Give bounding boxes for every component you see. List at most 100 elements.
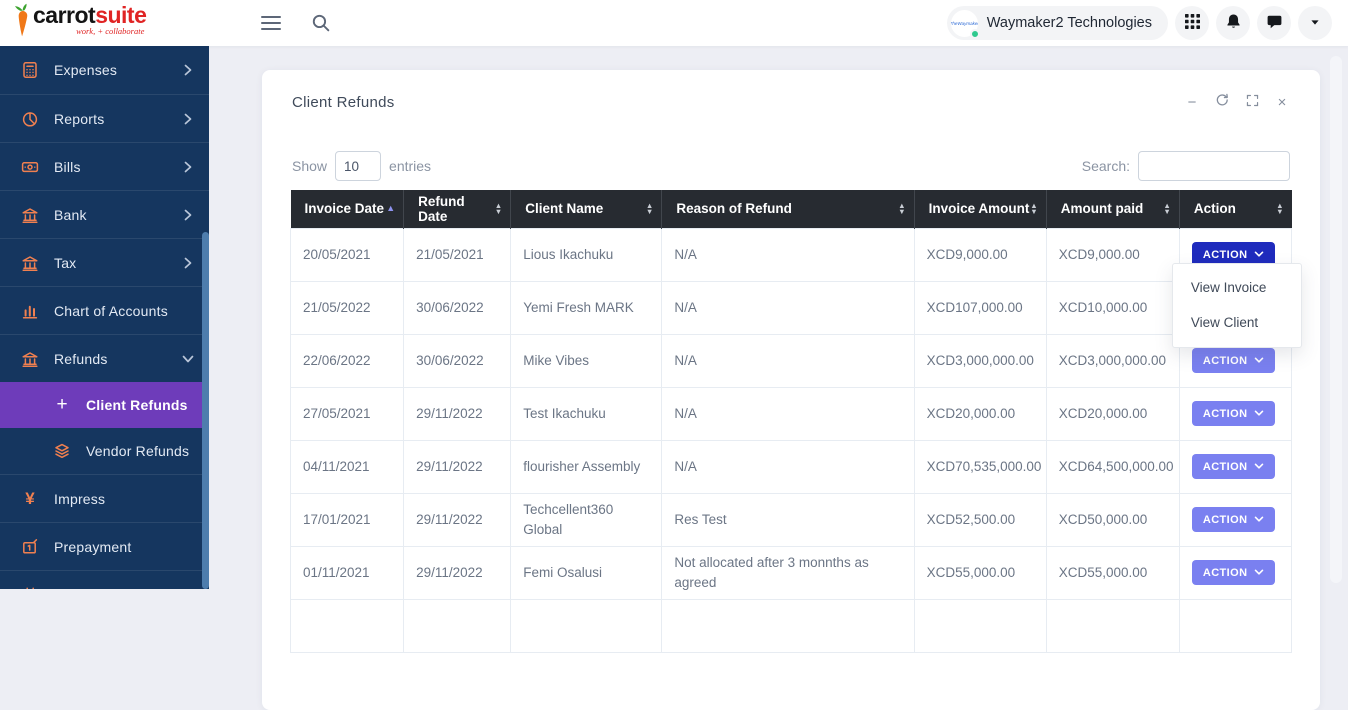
fullscreen-button[interactable] <box>1242 92 1262 112</box>
column-header-client-name[interactable]: Client Name▲▼ <box>511 190 662 228</box>
prepayment-icon <box>20 538 40 556</box>
cell-refund-date: 30/06/2022 <box>404 281 511 334</box>
cash-icon <box>20 158 40 176</box>
logo-tagline: work, + collaborate <box>76 26 144 36</box>
sidebar-item-vendor-refunds[interactable]: Vendor Refunds <box>0 428 209 474</box>
sort-icon: ▲▼ <box>898 203 905 215</box>
sidebar-item-prepayment[interactable]: Prepayment <box>0 522 209 570</box>
sort-icon: ▲▼ <box>495 203 502 215</box>
sidebar-item-client-refunds[interactable]: + Client Refunds <box>0 382 209 428</box>
column-header-amount-paid[interactable]: Amount paid▲▼ <box>1046 190 1179 228</box>
cell-action: ACTION <box>1179 546 1291 599</box>
sidebar-item-label: Vendor Refunds <box>86 443 189 459</box>
sidebar-item-refunds[interactable]: Refunds <box>0 334 209 382</box>
refunds-table-head-row: Invoice Date▲Refund Date▲▼Client Name▲▼R… <box>291 190 1292 228</box>
cell-client-name: Test Ikachuku <box>511 387 662 440</box>
table-row: 27/05/202129/11/2022Test IkachukuN/AXCD2… <box>291 387 1292 440</box>
cell-refund-reason: N/A <box>662 334 914 387</box>
cell-refund-date: 21/05/2021 <box>404 228 511 281</box>
search-input[interactable] <box>1138 151 1290 181</box>
sidebar-item-label: Refunds <box>54 351 108 367</box>
chevron-right-icon <box>183 113 193 125</box>
cell-invoice-date: 20/05/2021 <box>291 228 404 281</box>
cell-refund-date: 29/11/2022 <box>404 440 511 493</box>
cell-action: ACTIONView InvoiceView Client <box>1179 228 1291 281</box>
entries-count-input[interactable] <box>335 151 381 181</box>
schedule-icon <box>20 586 40 590</box>
cell-invoice-date: 22/06/2022 <box>291 334 404 387</box>
sidebar-item-impress[interactable]: ¥Impress <box>0 474 209 522</box>
chevron-down-icon <box>183 353 193 365</box>
yen-icon: ¥ <box>20 491 40 507</box>
column-header-invoice-amount[interactable]: Invoice Amount▲▼ <box>914 190 1046 228</box>
cell-refund-date: 29/11/2022 <box>404 493 511 546</box>
hamburger-menu-icon[interactable] <box>261 16 281 30</box>
column-label: Refund Date <box>418 194 495 224</box>
sidebar-item-label: Tax <box>54 255 76 271</box>
action-button[interactable]: ACTION <box>1192 348 1276 373</box>
sidebar-item-expenses[interactable]: Expenses <box>0 46 209 94</box>
messages-button[interactable] <box>1257 6 1291 40</box>
notifications-button[interactable] <box>1216 6 1250 40</box>
carrot-icon <box>14 3 31 44</box>
profile-dropdown-button[interactable] <box>1298 6 1332 40</box>
cell-invoice-amount: XCD9,000.00 <box>914 228 1046 281</box>
sidebar-item-bank[interactable]: Bank <box>0 190 209 238</box>
refresh-button[interactable] <box>1212 92 1232 112</box>
sidebar-item-reports[interactable]: Reports <box>0 94 209 142</box>
cell-invoice-date: 04/11/2021 <box>291 440 404 493</box>
sidebar-scrollbar[interactable] <box>202 232 209 589</box>
sidebar-item-payment-schedule[interactable]: Payment Schedule <box>0 570 209 589</box>
entries-label: entries <box>389 158 431 174</box>
sidebar-nav: ExpensesReports Bills Bank Tax Chart of Acco… <box>0 46 209 589</box>
cell-invoice-date: 17/01/2021 <box>291 493 404 546</box>
minimize-button[interactable]: − <box>1182 92 1202 112</box>
sort-icon: ▲▼ <box>1276 203 1283 215</box>
menu-item-view-client[interactable]: View Client <box>1173 305 1301 341</box>
cell-invoice-amount: XCD70,535,000.00 <box>914 440 1046 493</box>
bank-icon <box>20 206 40 224</box>
sidebar-item-label: Bills <box>54 159 81 175</box>
apps-grid-button[interactable] <box>1175 6 1209 40</box>
column-header-reason-of-refund[interactable]: Reason of Refund ▲▼ <box>662 190 914 228</box>
cell-action: ACTION <box>1179 493 1291 546</box>
sidebar-item-chart-of-accounts[interactable]: Chart of Accounts <box>0 286 209 334</box>
action-button[interactable]: ACTION <box>1192 401 1276 426</box>
cell-invoice-amount: XCD3,000,000.00 <box>914 334 1046 387</box>
bank-icon <box>20 254 40 272</box>
column-label: Invoice Date <box>305 201 385 216</box>
menu-item-view-invoice[interactable]: View Invoice <box>1173 270 1301 306</box>
company-selector[interactable]: TheWaymaker Waymaker2 Technologies <box>947 6 1168 40</box>
app-logo[interactable]: carrotsuite work, + collaborate <box>0 3 209 44</box>
caret-down-icon <box>1309 16 1321 31</box>
cell-action: ACTION <box>1179 440 1291 493</box>
column-label: Client Name <box>525 201 603 216</box>
pie-chart-icon <box>20 110 40 128</box>
action-button[interactable]: ACTION <box>1192 454 1276 479</box>
table-row: 21/05/202230/06/2022Yemi Fresh MARKN/AXC… <box>291 281 1292 334</box>
action-button[interactable]: ACTION <box>1192 560 1276 585</box>
refunds-table: Invoice Date▲Refund Date▲▼Client Name▲▼R… <box>290 190 1292 653</box>
bar-chart-icon <box>20 302 40 320</box>
column-header-refund-date[interactable]: Refund Date▲▼ <box>404 190 511 228</box>
cell-amount-paid: XCD50,000.00 <box>1046 493 1179 546</box>
sidebar-item-bills[interactable]: Bills <box>0 142 209 190</box>
cell-invoice-amount: XCD20,000.00 <box>914 387 1046 440</box>
fullscreen-icon <box>1246 94 1259 111</box>
sidebar-item-tax[interactable]: Tax <box>0 238 209 286</box>
cell-action: ACTION <box>1179 387 1291 440</box>
search-icon[interactable] <box>311 13 331 33</box>
sidebar-item-label: Bank <box>54 207 87 223</box>
column-label: Reason of Refund <box>676 201 792 216</box>
cell-client-name: Femi Osalusi <box>511 546 662 599</box>
main-content: Client Refunds − <box>209 46 1348 589</box>
table-row: 22/06/202230/06/2022Mike VibesN/AXCD3,00… <box>291 334 1292 387</box>
plus-icon: + <box>52 397 72 413</box>
column-header-invoice-date[interactable]: Invoice Date▲ <box>291 190 404 228</box>
sidebar-item-label: Client Refunds <box>86 397 188 413</box>
column-header-action[interactable]: Action▲▼ <box>1179 190 1291 228</box>
cell-client-name: Techcellent360 Global <box>511 493 662 546</box>
page-scrollbar[interactable] <box>1330 56 1342 583</box>
close-button[interactable]: × <box>1272 92 1292 112</box>
action-button[interactable]: ACTION <box>1192 507 1276 532</box>
